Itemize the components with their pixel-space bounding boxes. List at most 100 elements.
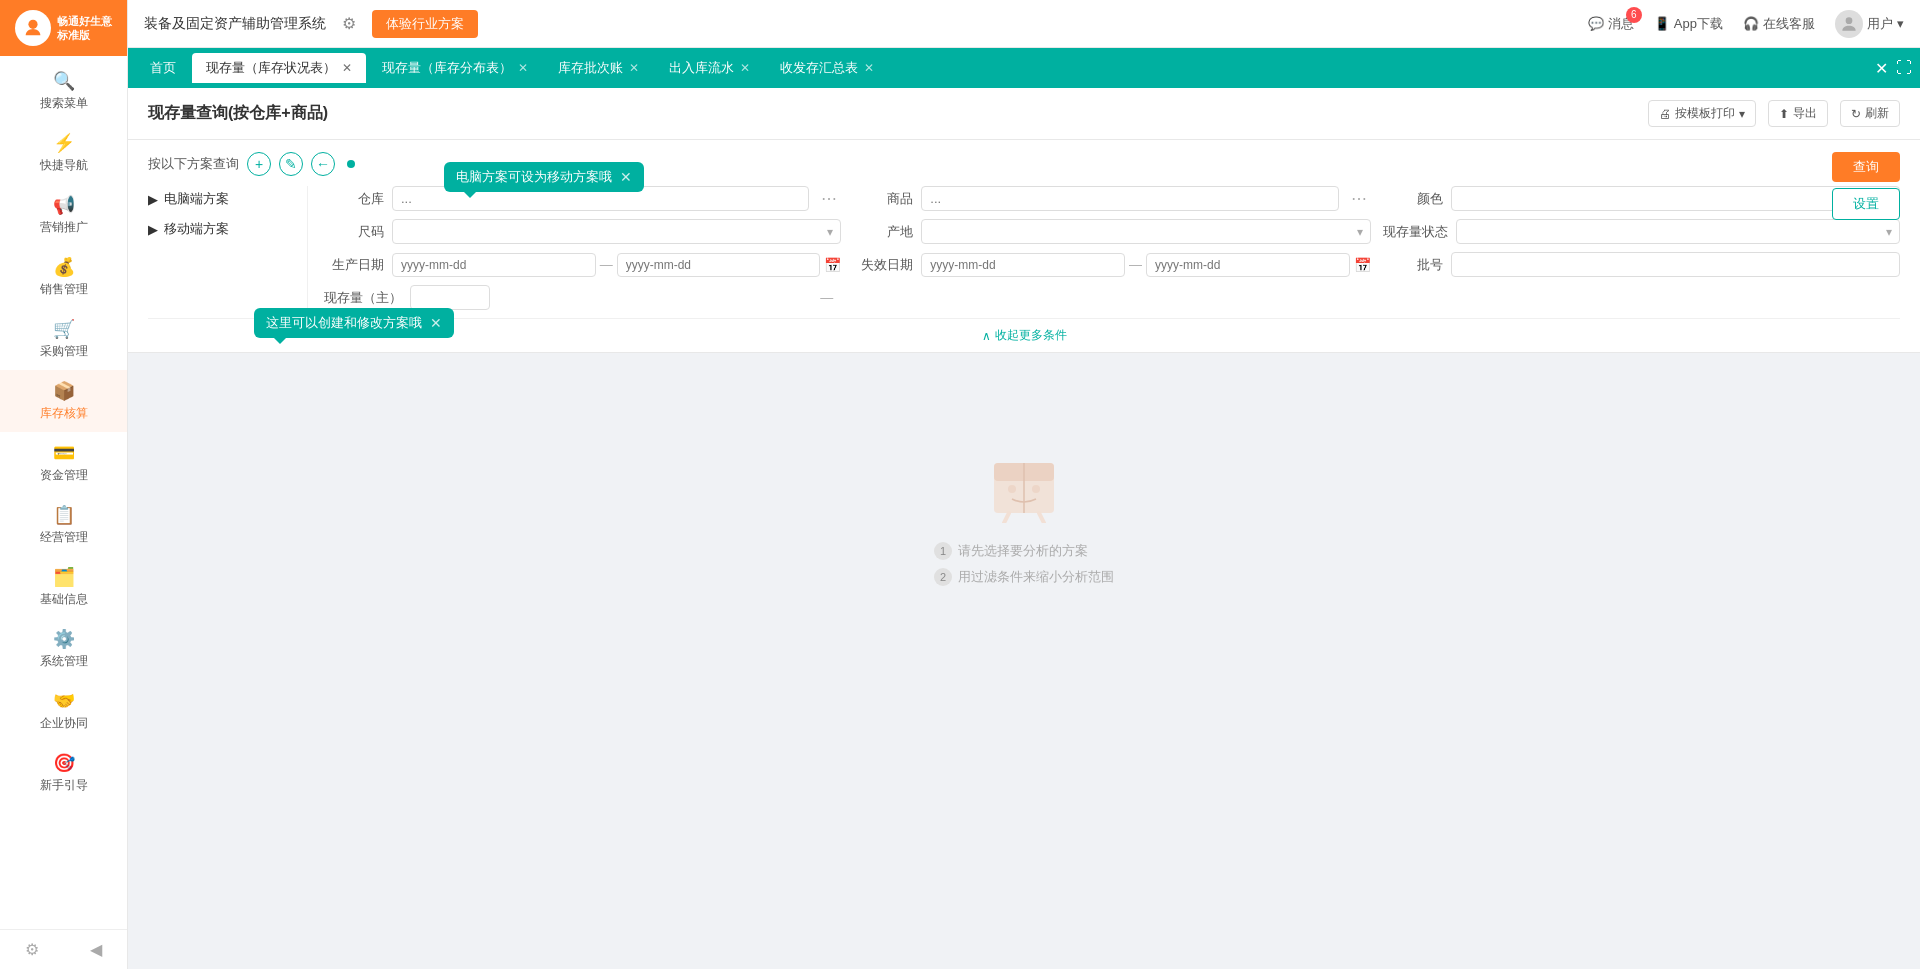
batch-input[interactable] [1451,252,1900,277]
filter-fields-panel: 仓库 ⋯ 商品 ⋯ [308,186,1900,318]
filter-field-stock-status: 现存量状态 [1383,219,1900,244]
template-print-btn[interactable]: 🖨 按模板打印 ▾ [1648,100,1756,127]
expire-date-from[interactable] [921,253,1125,277]
add-scheme-btn[interactable]: + [247,152,271,176]
sidebar-item-operation[interactable]: 📋 经营管理 [0,494,127,556]
printer-icon: 🖨 [1659,107,1671,121]
expire-date-to[interactable] [1146,253,1350,277]
sidebar-item-system[interactable]: ⚙️ 系统管理 [0,618,127,680]
stock-qty-input-wrap [410,285,804,310]
filter-field-prod-date: 生产日期 — 📅 [324,252,841,277]
refresh-btn[interactable]: ↻ 刷新 [1840,100,1900,127]
svg-line-8 [1039,513,1044,523]
warehouse-dots-btn[interactable]: ⋯ [817,189,841,208]
tab-batch-ledger[interactable]: 库存批次账 ✕ [544,53,653,83]
prod-date-from[interactable] [392,253,596,277]
page-header-actions: 🖨 按模板打印 ▾ ⬆ 导出 ↻ 刷新 [1648,100,1900,127]
sidebar-item-nav[interactable]: ⚡ 快捷导航 [0,122,127,184]
chevron-down-icon: ▾ [1897,16,1904,31]
app-download-btn[interactable]: 📱 App下载 [1654,15,1723,33]
step-num-1: 1 [934,542,952,560]
search-icon: 🔍 [53,70,75,92]
prod-date-label: 生产日期 [324,256,384,274]
svg-point-6 [1032,485,1040,493]
tab-inout-flow[interactable]: 出入库流水 ✕ [655,53,764,83]
svg-point-0 [28,20,37,29]
tab-inventory-status[interactable]: 现存量（库存状况表） ✕ [192,53,366,83]
system-name: 装备及固定资产辅助管理系统 [144,15,326,33]
sidebar-item-finance[interactable]: 💳 资金管理 [0,432,127,494]
tooltip2-close-btn[interactable]: ✕ [430,315,442,331]
chevron-right-icon-mobile: ▶ [148,222,158,237]
tab-close-batch-ledger[interactable]: ✕ [629,61,639,75]
empty-state: 1 请先选择要分析的方案 2 用过滤条件来缩小分析范围 [128,353,1920,670]
stock-qty-from[interactable] [410,285,490,310]
prod-date-to[interactable] [617,253,821,277]
scheme-group-mobile-header[interactable]: ▶ 移动端方案 [148,216,295,242]
stock-qty-label: 现存量（主） [324,289,402,307]
sidebar-item-search[interactable]: 🔍 搜索菜单 [0,60,127,122]
prod-date-cal-icon[interactable]: 📅 [824,257,841,273]
goods-input[interactable] [921,186,1338,211]
step-num-2: 2 [934,568,952,586]
page-header: 现存量查询(按仓库+商品) 🖨 按模板打印 ▾ ⬆ 导出 ↻ 刷新 [128,88,1920,140]
tab-home[interactable]: 首页 [136,53,190,83]
goods-dots-btn[interactable]: ⋯ [1347,189,1371,208]
sidebar-bottom: ⚙ ◀ [0,929,127,969]
phone-icon: 📱 [1654,16,1670,31]
scheme-group-pc-header[interactable]: ▶ 电脑端方案 [148,186,295,212]
message-btn[interactable]: 💬 消息 6 [1588,15,1634,33]
header-gear-icon[interactable]: ⚙ [342,14,356,33]
tab-close-receive-summary[interactable]: ✕ [864,61,874,75]
expire-date-cal-icon[interactable]: 📅 [1354,257,1371,273]
stock-status-select[interactable] [1456,219,1900,244]
tab-close-all-icon[interactable]: ✕ [1875,59,1888,78]
filter-row-3: 生产日期 — 📅 失效日期 [324,252,1900,277]
warehouse-label: 仓库 [324,190,384,208]
tab-fullscreen-icon[interactable]: ⛶ [1896,59,1912,78]
arrow-scheme-btn[interactable]: ← [311,152,335,176]
main-wrap: 装备及固定资产辅助管理系统 ⚙ 体验行业方案 💬 消息 6 📱 App下载 🎧 … [128,0,1920,969]
filter-scheme-row: 按以下方案查询 + ✎ ← [148,152,1900,176]
filter-row-4: 现存量（主） — [324,285,1900,310]
sidebar-settings-btn[interactable]: ⚙ [25,940,39,959]
sidebar-logo-text: 畅通好生意 标准版 [57,14,112,43]
sidebar-item-guide[interactable]: 🎯 新手引导 [0,742,127,804]
export-btn[interactable]: ⬆ 导出 [1768,100,1828,127]
search-btn[interactable]: 查询 [1832,152,1900,182]
user-btn[interactable]: 用户 ▾ [1835,10,1904,38]
batch-label: 批号 [1383,256,1443,274]
sidebar-item-inventory[interactable]: 📦 库存核算 [0,370,127,432]
expire-date-label: 失效日期 [853,256,913,274]
tab-receive-summary[interactable]: 收发存汇总表 ✕ [766,53,888,83]
edit-scheme-btn[interactable]: ✎ [279,152,303,176]
handshake-icon: 🤝 [53,690,75,712]
origin-select[interactable] [921,219,1370,244]
filter-field-size: 尺码 [324,219,841,244]
sidebar-item-marketing[interactable]: 📢 营销推广 [0,184,127,246]
tab-close-inventory-status[interactable]: ✕ [342,61,352,75]
logo-icon [15,10,51,46]
tooltip1-close-btn[interactable]: ✕ [620,169,632,185]
sidebar-item-sales[interactable]: 💰 销售管理 [0,246,127,308]
tab-inventory-dist[interactable]: 现存量（库存分布表） ✕ [368,53,542,83]
sidebar-item-enterprise[interactable]: 🤝 企业协同 [0,680,127,742]
filter-field-color: 颜色 [1383,186,1900,211]
megaphone-icon: 📢 [53,194,75,216]
size-select[interactable] [392,219,841,244]
expire-date-range: — 📅 [921,253,1370,277]
reset-btn[interactable]: 设置 [1832,188,1900,220]
online-support-btn[interactable]: 🎧 在线客服 [1743,15,1815,33]
tab-close-inout-flow[interactable]: ✕ [740,61,750,75]
filter-main-area: ▶ 电脑端方案 ▶ 移动端方案 [148,186,1900,318]
empty-step-2: 2 用过滤条件来缩小分析范围 [934,564,1114,590]
filter-scheme-panel: ▶ 电脑端方案 ▶ 移动端方案 [148,186,308,318]
sidebar-item-purchase[interactable]: 🛒 采购管理 [0,308,127,370]
trial-btn[interactable]: 体验行业方案 [372,10,478,38]
stock-status-label: 现存量状态 [1383,223,1448,241]
sidebar-item-basic[interactable]: 🗂️ 基础信息 [0,556,127,618]
batch-input-wrap [1451,252,1900,277]
tab-close-inventory-dist[interactable]: ✕ [518,61,528,75]
sidebar-collapse-btn[interactable]: ◀ [90,940,102,959]
filter-btn-area: 查询 设置 [1832,152,1900,220]
